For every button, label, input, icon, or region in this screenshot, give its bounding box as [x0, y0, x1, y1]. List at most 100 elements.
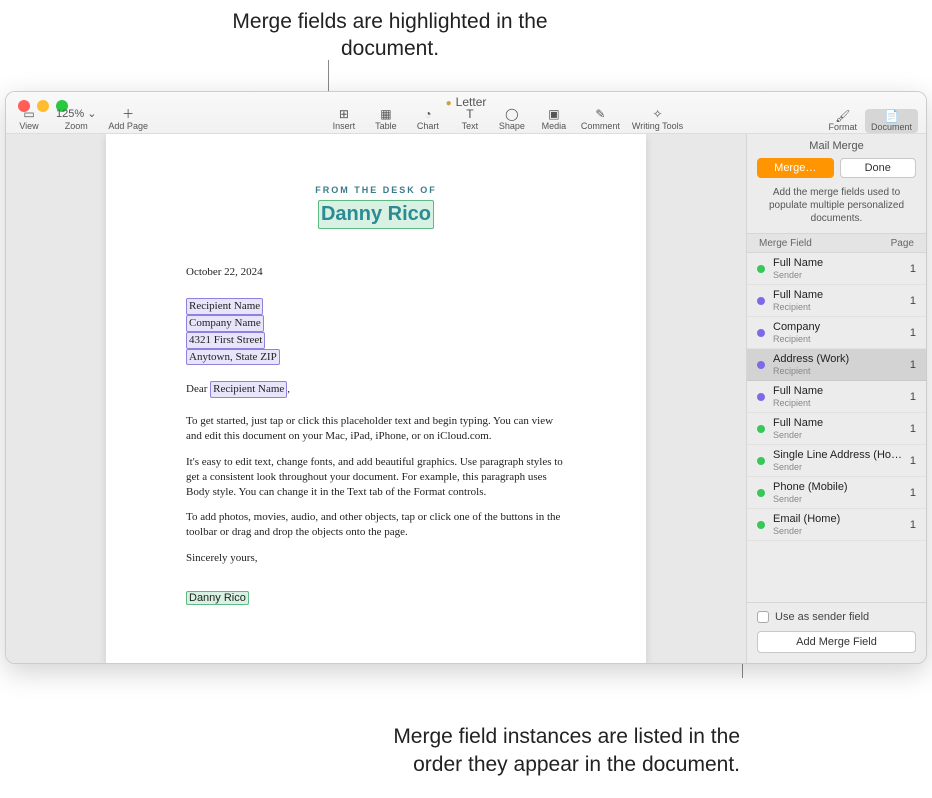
field-page: 1 [910, 327, 916, 339]
add-page-button[interactable]: ＋ Add Page [108, 108, 148, 131]
inspector-toggle: 🖌 Format 📄 Document [822, 109, 918, 133]
text-icon: T [462, 108, 478, 120]
field-name: Full Name [773, 385, 904, 397]
add-page-icon: ＋ [120, 108, 136, 120]
signature-block: Danny Rico [186, 591, 566, 606]
merge-field-row[interactable]: Full NameRecipient1 [747, 285, 926, 317]
app-window: Letter ▭ View 125% ⌄ Zoom ＋ Add Page ⊞In… [5, 91, 927, 664]
merge-field-row[interactable]: Email (Home)Sender 1 [747, 509, 926, 541]
field-page: 1 [910, 263, 916, 275]
sender-dot-icon [757, 265, 765, 273]
recipient-dot-icon [757, 361, 765, 369]
merge-field-salutation-name[interactable]: Recipient Name [210, 381, 287, 398]
field-name: Address (Work) [773, 353, 904, 365]
table-button[interactable]: ▦Table [371, 108, 401, 131]
toolbar: ▭ View 125% ⌄ Zoom ＋ Add Page ⊞Insert ▦T… [6, 105, 926, 133]
field-page: 1 [910, 487, 916, 499]
sidebar-help-text: Add the merge fields used to populate mu… [747, 186, 926, 233]
merge-field-row[interactable]: Single Line Address (Ho…Sender 1 [747, 445, 926, 477]
sender-dot-icon [757, 521, 765, 529]
merge-field-row[interactable]: Address (Work)Recipient 1 [747, 349, 926, 381]
merge-field-list: Full NameSender1Full NameRecipient1Compa… [747, 253, 926, 602]
titlebar: Letter ▭ View 125% ⌄ Zoom ＋ Add Page ⊞In… [6, 92, 926, 134]
document-icon: 📄 [883, 110, 899, 122]
sidebar-footer: Use as sender field Add Merge Field [747, 602, 926, 663]
sender-dot-icon [757, 457, 765, 465]
main-area: FROM THE DESK OF Danny Rico October 22, … [6, 134, 926, 663]
document-tab[interactable]: 📄 Document [865, 109, 918, 133]
media-icon: ▣ [546, 108, 562, 120]
merge-field-city-state[interactable]: Anytown, State ZIP [186, 349, 280, 366]
document-canvas[interactable]: FROM THE DESK OF Danny Rico October 22, … [6, 134, 746, 663]
merge-field-signature[interactable]: Danny Rico [186, 591, 249, 605]
field-sub: Sender [773, 494, 904, 504]
field-name: Phone (Mobile) [773, 481, 904, 493]
use-as-sender-checkbox[interactable]: Use as sender field [757, 611, 916, 623]
merge-field-sender-name[interactable]: Danny Rico [318, 200, 434, 229]
writing-tools-icon: ✧ [650, 108, 666, 120]
zoom-dropdown[interactable]: 125% ⌄ Zoom [56, 107, 96, 131]
comment-button[interactable]: ✎Comment [581, 108, 620, 131]
media-button[interactable]: ▣Media [539, 108, 569, 131]
field-page: 1 [910, 455, 916, 467]
field-page: 1 [910, 359, 916, 371]
table-icon: ▦ [378, 108, 394, 120]
recipient-dot-icon [757, 393, 765, 401]
insert-button[interactable]: ⊞Insert [329, 108, 359, 131]
field-sub: Recipient [773, 366, 904, 376]
closing: Sincerely yours, [186, 551, 566, 566]
field-sub: Sender [773, 526, 904, 536]
format-tab[interactable]: 🖌 Format [822, 109, 863, 133]
shape-icon: ◯ [504, 108, 520, 120]
body-para-3[interactable]: To add photos, movies, audio, and other … [186, 510, 566, 540]
annotation-bottom: Merge field instances are listed in the … [340, 723, 740, 778]
field-sub: Sender [773, 462, 904, 472]
field-sub: Sender [773, 270, 904, 280]
field-name: Single Line Address (Ho… [773, 449, 904, 461]
insert-icon: ⊞ [336, 108, 352, 120]
field-page: 1 [910, 391, 916, 403]
merge-field-row[interactable]: Phone (Mobile)Sender 1 [747, 477, 926, 509]
field-name: Email (Home) [773, 513, 904, 525]
field-page: 1 [910, 295, 916, 307]
chart-button[interactable]: ◔Chart [413, 108, 443, 131]
field-sub: Recipient [773, 398, 904, 408]
field-name: Full Name [773, 417, 904, 429]
body-para-2[interactable]: It's easy to edit text, change fonts, an… [186, 455, 566, 500]
merge-field-row[interactable]: Full NameSender1 [747, 413, 926, 445]
document-page[interactable]: FROM THE DESK OF Danny Rico October 22, … [106, 134, 646, 663]
done-button[interactable]: Done [840, 158, 917, 178]
recipient-block: Recipient Name Company Name 4321 First S… [186, 298, 566, 365]
view-button[interactable]: ▭ View [14, 108, 44, 131]
writing-tools-button[interactable]: ✧Writing Tools [632, 108, 683, 131]
merge-button[interactable]: Merge… [757, 158, 834, 178]
checkbox-icon [757, 611, 769, 623]
add-merge-field-button[interactable]: Add Merge Field [757, 631, 916, 653]
merge-field-row[interactable]: CompanyRecipient1 [747, 317, 926, 349]
sender-dot-icon [757, 425, 765, 433]
sender-dot-icon [757, 489, 765, 497]
recipient-dot-icon [757, 329, 765, 337]
date-text: October 22, 2024 [186, 265, 566, 280]
text-button[interactable]: TText [455, 108, 485, 131]
field-list-header: Merge Field Page [747, 233, 926, 253]
annotation-top: Merge fields are highlighted in the docu… [200, 8, 580, 63]
salutation: Dear Recipient Name, [186, 381, 566, 398]
sidebar-title: Mail Merge [747, 134, 926, 156]
merge-field-recipient-name[interactable]: Recipient Name [186, 298, 263, 315]
shape-button[interactable]: ◯Shape [497, 108, 527, 131]
chart-icon: ◔ [420, 108, 436, 120]
field-page: 1 [910, 519, 916, 531]
view-icon: ▭ [21, 108, 37, 120]
merge-field-row[interactable]: Full NameSender 1 [747, 253, 926, 285]
recipient-dot-icon [757, 297, 765, 305]
body-para-1[interactable]: To get started, just tap or click this p… [186, 414, 566, 444]
format-icon: 🖌 [835, 110, 851, 122]
merge-field-row[interactable]: Full NameRecipient 1 [747, 381, 926, 413]
comment-icon: ✎ [592, 108, 608, 120]
field-sub: Recipient [773, 302, 904, 312]
merge-field-company[interactable]: Company Name [186, 315, 264, 332]
merge-field-street[interactable]: 4321 First Street [186, 332, 265, 349]
field-name: Full Name [773, 257, 904, 269]
letterhead-label: FROM THE DESK OF [186, 184, 566, 196]
